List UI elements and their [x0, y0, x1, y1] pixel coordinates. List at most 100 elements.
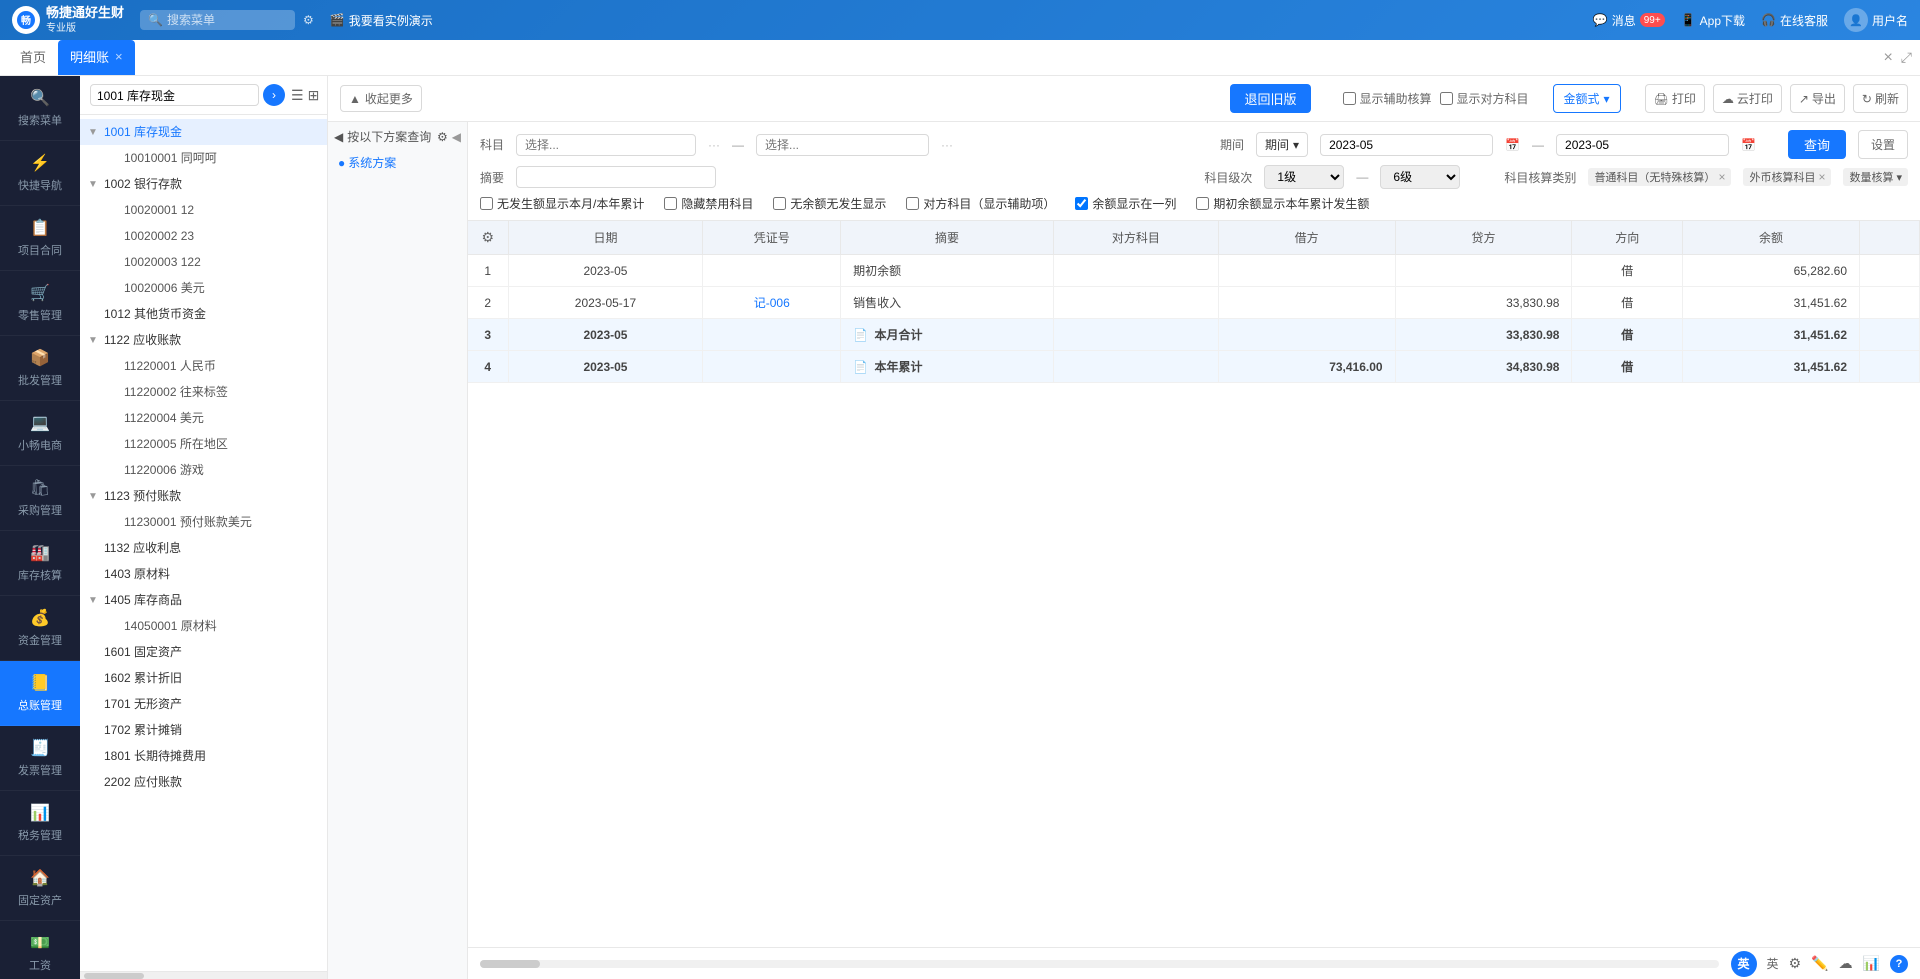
horizontal-scrollbar[interactable]	[480, 960, 1719, 968]
period-from-input[interactable]	[1320, 134, 1493, 156]
bottom-edit-icon[interactable]: ✏️	[1811, 955, 1828, 972]
sidebar-item-invoice[interactable]: 🧾 发票管理	[0, 726, 80, 791]
expand-window-btn[interactable]: ⤢	[1901, 49, 1912, 66]
tree-node-1601[interactable]: 1601 固定资产	[80, 639, 327, 665]
sidebar-item-quicknav[interactable]: ⚡ 快捷导航	[0, 141, 80, 206]
format-dropdown-btn[interactable]: 金额式 ▾	[1553, 84, 1621, 113]
app-download-btn[interactable]: 📱 App下载	[1681, 12, 1745, 29]
export-btn[interactable]: ↗ 导出	[1790, 84, 1845, 113]
tree-node-1012[interactable]: 1012 其他货币资金	[80, 301, 327, 327]
tree-node-1702[interactable]: 1702 累计摊销	[80, 717, 327, 743]
tree-expand-btn[interactable]: ⊞	[308, 87, 320, 104]
sidebar-item-purchase[interactable]: 🛍 采购管理	[0, 466, 80, 531]
query-btn[interactable]: 查询	[1788, 130, 1846, 159]
sidebar-item-ecommerce[interactable]: 💻 小畅电商	[0, 401, 80, 466]
filter-settings-btn[interactable]: 设置	[1858, 130, 1908, 159]
tree-child-10010001[interactable]: 10010001 同呵呵	[80, 145, 327, 171]
col-gear[interactable]: ⚙	[468, 221, 508, 255]
top-search-input[interactable]	[167, 13, 287, 27]
sidebar-item-ledger[interactable]: 📒 总账管理	[0, 661, 80, 726]
tree-node-2202[interactable]: 2202 应付账款	[80, 769, 327, 795]
subject-input[interactable]	[516, 134, 696, 156]
subject-to-input[interactable]	[756, 134, 929, 156]
scroll-thumb[interactable]	[480, 960, 540, 968]
tree-node-11230001[interactable]: 11230001 预付账款美元	[100, 509, 327, 535]
opt-no-zero[interactable]: 无余额无发生显示	[773, 195, 886, 212]
opt-no-balance[interactable]: 无发生额显示本月/本年累计	[480, 195, 644, 212]
tree-node-1123[interactable]: ▼ 1123 预付账款 11230001 预付账款美元	[80, 483, 327, 535]
chevron-down-small-icon[interactable]: ▾	[1896, 171, 1902, 184]
tree-node-1801[interactable]: 1801 长期待摊费用	[80, 743, 327, 769]
show-counter-checkbox[interactable]: 显示对方科目	[1440, 90, 1529, 107]
tag-normal-close[interactable]: ×	[1718, 170, 1725, 184]
level-to-select[interactable]: 6级1级2级3级4级5级	[1380, 165, 1460, 189]
user-menu[interactable]: 👤 用户名	[1844, 8, 1908, 32]
tree-node-11220005[interactable]: 11220005 所在地区	[100, 431, 327, 457]
opt-show-counter[interactable]: 对方科目（显示辅助项）	[906, 195, 1055, 212]
tree-node-1602[interactable]: 1602 累计折旧	[80, 665, 327, 691]
opt-hide-disabled[interactable]: 隐藏禁用科目	[664, 195, 753, 212]
tab-home[interactable]: 首页	[8, 40, 58, 75]
tree-node-14050001[interactable]: 14050001 原材料	[100, 613, 327, 639]
bottom-icon-1[interactable]: 英	[1767, 955, 1779, 972]
tree-node-11220006[interactable]: 11220006 游戏	[100, 457, 327, 483]
expand-more-btn[interactable]: ▲ 收起更多	[340, 85, 422, 112]
cloud-print-btn[interactable]: ☁ 云打印	[1713, 84, 1782, 113]
query-settings-icon[interactable]: ⚙	[437, 130, 448, 144]
tree-list-view-btn[interactable]: ☰	[291, 87, 304, 104]
tree-node-1403[interactable]: 1403 原材料	[80, 561, 327, 587]
refresh-btn[interactable]: ↻ 刷新	[1853, 84, 1908, 113]
period-calendar-icon[interactable]: 📅	[1505, 138, 1520, 152]
sidebar-item-project[interactable]: 📋 项目合同	[0, 206, 80, 271]
tree-scrollbar[interactable]	[80, 971, 327, 979]
tree-node-1701[interactable]: 1701 无形资产	[80, 691, 327, 717]
collapse-panel-btn[interactable]: ◀	[452, 130, 461, 144]
demo-link[interactable]: 🎬 我要看实例演示	[330, 12, 433, 29]
message-btn[interactable]: 💬 消息 99+	[1593, 12, 1665, 29]
level-from-select[interactable]: 1级2级3级4级5级6级	[1264, 165, 1344, 189]
top-search-box[interactable]: 🔍	[140, 10, 295, 30]
bottom-chart-icon[interactable]: 📊	[1863, 955, 1880, 972]
close-window-btn[interactable]: ×	[1883, 49, 1892, 67]
sidebar-item-wholesale[interactable]: 📦 批发管理	[0, 336, 80, 401]
summary-input[interactable]	[516, 166, 716, 188]
bottom-settings-icon[interactable]: ⚙	[1789, 955, 1802, 972]
print-btn[interactable]: 🖨 打印	[1645, 84, 1705, 113]
opt-show-period-acc[interactable]: 期初余额显示本年累计发生额	[1196, 195, 1369, 212]
sidebar-item-inventory[interactable]: 🏭 库存核算	[0, 531, 80, 596]
lang-switch-btn[interactable]: 英	[1731, 951, 1757, 977]
tree-node-1405[interactable]: ▼ 1405 库存商品 14050001 原材料	[80, 587, 327, 639]
show-aux-checkbox[interactable]: 显示辅助核算	[1343, 90, 1432, 107]
account-search-input[interactable]	[90, 84, 259, 106]
bottom-cloud-icon[interactable]: ☁	[1839, 955, 1853, 972]
collapse-icon[interactable]: ◀	[334, 130, 343, 144]
tree-node-1001[interactable]: ▼ 1001 库存现金 10010001 同呵呵	[80, 119, 327, 171]
opt-show-balance-col[interactable]: 余额显示在一列	[1075, 195, 1176, 212]
tree-node-11220004[interactable]: 11220004 美元	[100, 405, 327, 431]
tag-foreign-close[interactable]: ×	[1818, 170, 1825, 184]
return-old-version-btn[interactable]: 退回旧版	[1230, 84, 1310, 113]
tree-node-10020003[interactable]: 10020003 122	[100, 249, 327, 275]
table-gear-icon[interactable]: ⚙	[481, 229, 494, 245]
tree-node-1002[interactable]: ▼ 1002 银行存款 10020001 12 10020002 23 1002…	[80, 171, 327, 301]
system-scheme-item[interactable]: ● 系统方案	[334, 151, 461, 174]
tab-close-icon[interactable]: ×	[115, 49, 123, 64]
tree-node-10020002[interactable]: 10020002 23	[100, 223, 327, 249]
bottom-help-btn[interactable]: ?	[1890, 955, 1908, 973]
tree-nav-arrow[interactable]: ›	[263, 84, 285, 106]
cell-voucher[interactable]: 记-006	[703, 287, 841, 319]
sidebar-item-tax[interactable]: 📊 税务管理	[0, 791, 80, 856]
sidebar-item-capital[interactable]: 💰 资金管理	[0, 596, 80, 661]
tree-node-1122[interactable]: ▼ 1122 应收账款 11220001 人民币 11220002 往来标签 1…	[80, 327, 327, 483]
voucher-link[interactable]: 记-006	[754, 296, 790, 310]
period-to-input[interactable]	[1556, 134, 1729, 156]
sidebar-item-salary[interactable]: 💵 工资	[0, 921, 80, 979]
tree-node-11220002[interactable]: 11220002 往来标签	[100, 379, 327, 405]
tree-node-10020001[interactable]: 10020001 12	[100, 197, 327, 223]
tree-node-10020006[interactable]: 10020006 美元	[100, 275, 327, 301]
sidebar-item-retail[interactable]: 🛒 零售管理	[0, 271, 80, 336]
tree-node-11220001[interactable]: 11220001 人民币	[100, 353, 327, 379]
sidebar-item-search[interactable]: 🔍 搜索菜单	[0, 76, 80, 141]
period-to-calendar-icon[interactable]: 📅	[1741, 138, 1756, 152]
tree-node-1132[interactable]: 1132 应收利息	[80, 535, 327, 561]
